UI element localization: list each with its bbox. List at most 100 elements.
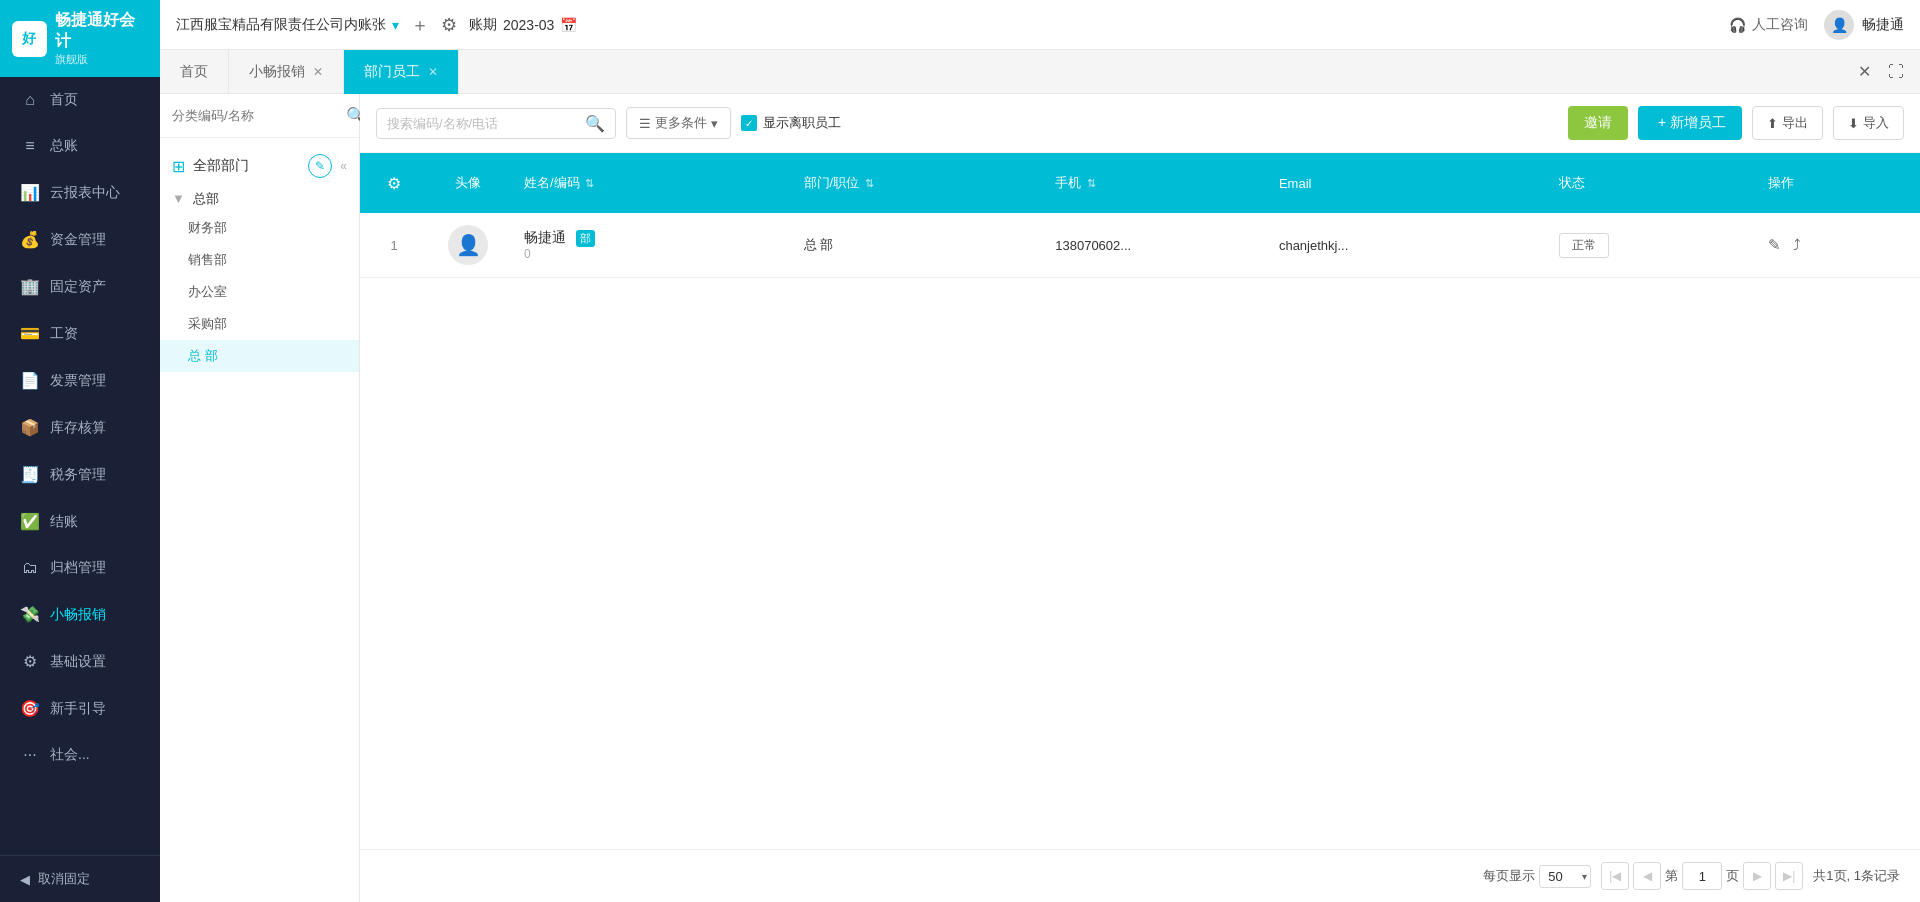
row-status: 正常 — [1543, 213, 1753, 278]
dept-item-finance[interactable]: 财务部 — [160, 212, 359, 244]
dept-item-purchase[interactable]: 采购部 — [160, 308, 359, 340]
col-name-header[interactable]: 姓名/编码 ⇅ — [508, 153, 788, 213]
pagination-total: 共1页, 1条记录 — [1813, 867, 1900, 885]
filter-button[interactable]: ☰ 更多条件 ▾ — [626, 107, 731, 139]
col-action-header: 操作 — [1752, 153, 1920, 213]
tab-expand-button[interactable]: ⛶ — [1884, 60, 1908, 84]
action-buttons: ✎ ⤴ — [1768, 236, 1904, 254]
sidebar-item-label: 新手引导 — [50, 700, 106, 718]
page-last-button[interactable]: ▶| — [1775, 862, 1803, 890]
user-avatar: 👤 — [1824, 10, 1854, 40]
edit-button[interactable]: ✎ — [1768, 236, 1781, 254]
sidebar-item-assets[interactable]: 🏢 固定资产 — [0, 263, 160, 310]
invite-button[interactable]: 邀请 — [1568, 106, 1628, 140]
dept-section-hq[interactable]: ▼ 总部 — [160, 186, 359, 212]
dept-all-item[interactable]: ⊞ 全部部门 ✎ « — [160, 146, 359, 186]
home-icon: ⌂ — [20, 91, 40, 109]
employee-name: 畅捷通 — [524, 229, 566, 247]
sidebar-item-reports[interactable]: 📊 云报表中心 — [0, 169, 160, 216]
company-settings-button[interactable]: ⚙ — [441, 14, 457, 36]
table-row: 1 👤 畅捷通 部 0 总 部 138070602... chanjethkj.… — [360, 213, 1920, 278]
add-company-button[interactable]: ＋ — [411, 13, 429, 37]
col-dept-header[interactable]: 部门/职位 ⇅ — [788, 153, 1040, 213]
consult-button[interactable]: 🎧 人工咨询 — [1729, 16, 1808, 34]
app-logo[interactable]: 好 畅捷通好会计 旗舰版 — [0, 0, 160, 77]
more-icon: ··· — [20, 746, 40, 764]
resigned-checkbox[interactable]: ✓ — [741, 115, 757, 131]
export-label: 导出 — [1782, 114, 1808, 132]
col-phone-header[interactable]: 手机 ⇅ — [1039, 153, 1263, 213]
page-size-label: 每页显示 — [1483, 867, 1535, 885]
topbar-right: 🎧 人工咨询 👤 畅捷通 — [1729, 10, 1904, 40]
export-button[interactable]: ⬆ 导出 — [1752, 106, 1823, 140]
sidebar-item-label: 云报表中心 — [50, 184, 120, 202]
user-menu[interactable]: 👤 畅捷通 — [1824, 10, 1904, 40]
tab-xiaochang-close[interactable]: ✕ — [313, 65, 323, 79]
period-selector[interactable]: 账期 2023-03 📅 — [469, 16, 577, 34]
sidebar-item-guide[interactable]: 🎯 新手引导 — [0, 685, 160, 732]
page-next-button[interactable]: ▶ — [1743, 862, 1771, 890]
sidebar-item-inventory[interactable]: 📦 库存核算 — [0, 404, 160, 451]
tab-dept-employee-close[interactable]: ✕ — [428, 65, 438, 79]
tab-xiaochang[interactable]: 小畅报销 ✕ — [229, 50, 344, 94]
dept-item-sales[interactable]: 销售部 — [160, 244, 359, 276]
sidebar-item-label: 归档管理 — [50, 559, 106, 577]
import-button[interactable]: ⬇ 导入 — [1833, 106, 1904, 140]
dept-edit-button[interactable]: ✎ — [308, 154, 332, 178]
pagination-bar: 每页显示 50 100 200 ▾ |◀ ◀ 第 页 — [360, 849, 1920, 902]
employee-code: 0 — [524, 247, 772, 261]
employee-search-icon[interactable]: 🔍 — [585, 114, 605, 133]
dept-office-label: 办公室 — [188, 284, 227, 299]
employee-table-container: ⚙ 头像 姓名/编码 ⇅ 部门/职位 ⇅ — [360, 153, 1920, 849]
show-resigned-toggle[interactable]: ✓ 显示离职员工 — [741, 114, 841, 132]
page-size-selector: 每页显示 50 100 200 ▾ — [1483, 865, 1591, 888]
sidebar-item-ledger[interactable]: ≡ 总账 — [0, 123, 160, 169]
page-first-button[interactable]: |◀ — [1601, 862, 1629, 890]
page-prev-button[interactable]: ◀ — [1633, 862, 1661, 890]
dept-item-office[interactable]: 办公室 — [160, 276, 359, 308]
sidebar-item-tax[interactable]: 🧾 税务管理 — [0, 451, 160, 498]
unpin-button[interactable]: ◀ 取消固定 — [0, 855, 160, 902]
sidebar-item-label: 社会... — [50, 746, 90, 764]
sidebar-item-basic[interactable]: ⚙ 基础设置 — [0, 638, 160, 685]
dept-purchase-label: 采购部 — [188, 316, 227, 331]
sidebar-item-label: 小畅报销 — [50, 606, 106, 624]
dept-item-hq[interactable]: 总 部 — [160, 340, 359, 372]
sidebar-item-xiaochang[interactable]: 💸 小畅报销 — [0, 591, 160, 638]
dept-collapse-icon[interactable]: « — [340, 159, 347, 173]
sidebar-item-invoice[interactable]: 📄 发票管理 — [0, 357, 160, 404]
tab-dept-employee[interactable]: 部门员工 ✕ — [344, 50, 459, 94]
unpin-label: 取消固定 — [38, 870, 90, 888]
company-dropdown-icon[interactable]: ▾ — [392, 17, 399, 33]
dept-section-hq-label: 总部 — [193, 191, 219, 206]
app-title: 畅捷通好会计 — [55, 10, 148, 52]
tab-home[interactable]: 首页 — [160, 50, 229, 94]
content-area: 🔍 ⊞ 全部部门 ✎ « ▼ 总部 财务部 销售部 — [160, 94, 1920, 902]
sidebar-item-more[interactable]: ··· 社会... — [0, 732, 160, 778]
headset-icon: 🎧 — [1729, 17, 1746, 33]
tab-close-all-button[interactable]: ✕ — [1852, 60, 1876, 84]
dept-hq-label: 总 部 — [188, 348, 218, 363]
company-selector[interactable]: 江西服宝精品有限责任公司内账张 ▾ — [176, 16, 399, 34]
sidebar-item-close-accounts[interactable]: ✅ 结账 — [0, 498, 160, 545]
avatar: 👤 — [448, 225, 488, 265]
employee-search-input[interactable] — [387, 116, 579, 131]
add-employee-label: + 新增员工 — [1658, 114, 1726, 132]
sidebar-item-archive[interactable]: 🗂 归档管理 — [0, 545, 160, 591]
guide-icon: 🎯 — [20, 699, 40, 718]
sidebar-item-home[interactable]: ⌂ 首页 — [0, 77, 160, 123]
logout-button[interactable]: ⤴ — [1793, 236, 1801, 254]
page-number-input[interactable] — [1682, 862, 1722, 890]
phone-sort-icon: ⇅ — [1087, 177, 1096, 189]
dept-panel: 🔍 ⊞ 全部部门 ✎ « ▼ 总部 财务部 销售部 — [160, 94, 360, 902]
row-actions: ✎ ⤴ — [1752, 213, 1920, 278]
calendar-icon[interactable]: 📅 — [560, 17, 577, 33]
sidebar-item-capital[interactable]: 💰 资金管理 — [0, 216, 160, 263]
name-sort-icon: ⇅ — [585, 177, 594, 189]
col-settings[interactable]: ⚙ — [360, 153, 428, 213]
dept-search-input[interactable] — [172, 108, 340, 123]
add-employee-button[interactable]: + 新增员工 — [1638, 106, 1742, 140]
page-size-select[interactable]: 50 100 200 — [1539, 865, 1591, 888]
sidebar-item-label: 库存核算 — [50, 419, 106, 437]
sidebar-item-payroll[interactable]: 💳 工资 — [0, 310, 160, 357]
